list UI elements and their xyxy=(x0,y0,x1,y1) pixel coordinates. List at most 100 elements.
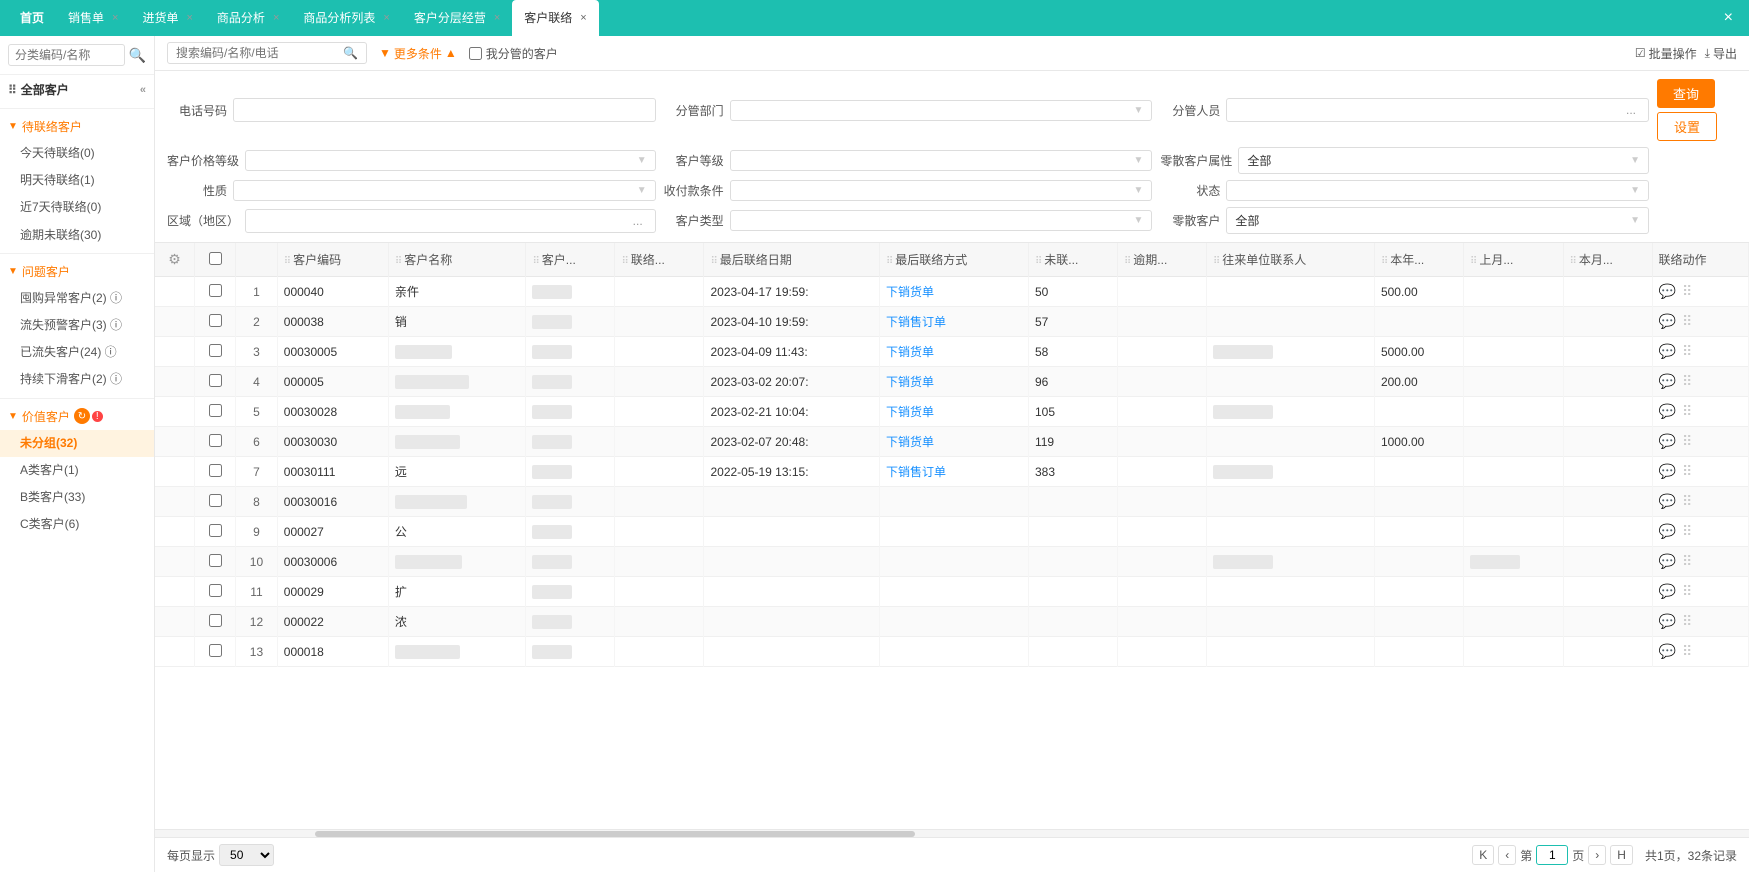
customer-level-select[interactable]: ▼ xyxy=(730,150,1153,171)
col-no-contact[interactable]: ⠿未联... xyxy=(1028,243,1117,277)
col-name[interactable]: ⠿客户名称 xyxy=(388,243,526,277)
price-level-select[interactable]: ▼ xyxy=(245,150,656,171)
message-icon-7[interactable]: 💬 xyxy=(1659,493,1676,510)
search-input[interactable] xyxy=(176,46,343,60)
sidebar-all-customers[interactable]: ⠿ 全部客户 « xyxy=(0,75,154,104)
cell-check-0[interactable] xyxy=(195,277,236,307)
last-way-link-2[interactable]: 下销货单 xyxy=(886,345,934,359)
sparse-customer-select[interactable]: 全部 ▼ xyxy=(1226,207,1649,234)
grid-action-icon-6[interactable]: ⠿ xyxy=(1682,463,1692,480)
settings-icon[interactable]: ⚙ xyxy=(168,251,181,267)
first-page-btn[interactable]: K xyxy=(1472,845,1494,865)
grid-action-icon-3[interactable]: ⠿ xyxy=(1682,373,1692,390)
message-icon-6[interactable]: 💬 xyxy=(1659,463,1676,480)
col-contact-person[interactable]: ⠿往来单位联系人 xyxy=(1206,243,1374,277)
row-checkbox-11[interactable] xyxy=(209,614,222,627)
nav-customer-segment[interactable]: 客户分层经营 × xyxy=(402,0,512,36)
row-checkbox-5[interactable] xyxy=(209,434,222,447)
message-icon-4[interactable]: 💬 xyxy=(1659,403,1676,420)
sidebar-item-type-c[interactable]: C类客户(6) xyxy=(0,511,154,538)
nav-customer-contact[interactable]: 客户联络 × xyxy=(512,0,598,36)
reset-button[interactable]: 设置 xyxy=(1657,112,1717,141)
prev-page-btn[interactable]: ‹ xyxy=(1498,845,1516,865)
last-way-link-4[interactable]: 下销货单 xyxy=(886,405,934,419)
sidebar-group-problem[interactable]: ▼ 问题客户 xyxy=(0,258,154,285)
query-button[interactable]: 查询 xyxy=(1657,79,1715,108)
payment-select[interactable]: ▼ xyxy=(730,180,1153,201)
close-all-button[interactable]: × xyxy=(1716,9,1741,27)
nav-sales[interactable]: 销售单 × xyxy=(56,0,130,36)
select-all-checkbox[interactable] xyxy=(209,252,222,265)
grid-action-icon-8[interactable]: ⠿ xyxy=(1682,523,1692,540)
nature-select[interactable]: ▼ xyxy=(233,180,656,201)
message-icon-12[interactable]: 💬 xyxy=(1659,643,1676,660)
sidebar-item-week[interactable]: 近7天待联络(0) xyxy=(0,194,154,221)
message-icon-9[interactable]: 💬 xyxy=(1659,553,1676,570)
sidebar-item-churned[interactable]: 已流失客户(24) ⓘ xyxy=(0,339,154,366)
manager-select[interactable]: ... xyxy=(1226,98,1649,122)
cell-check-10[interactable] xyxy=(195,577,236,607)
sidebar-item-abnormal[interactable]: 囤购异常客户(2) ⓘ xyxy=(0,285,154,312)
sidebar-item-overdue[interactable]: 逾期未联络(30) xyxy=(0,222,154,249)
scrollbar-thumb[interactable] xyxy=(315,831,915,837)
cell-check-4[interactable] xyxy=(195,397,236,427)
my-customers-check[interactable] xyxy=(469,47,482,60)
grid-action-icon-7[interactable]: ⠿ xyxy=(1682,493,1692,510)
col-this-year[interactable]: ⠿本年... xyxy=(1374,243,1463,277)
sidebar-item-today[interactable]: 今天待联络(0) xyxy=(0,140,154,167)
nav-sales-close[interactable]: × xyxy=(112,0,118,36)
row-checkbox-4[interactable] xyxy=(209,404,222,417)
cell-check-7[interactable] xyxy=(195,487,236,517)
dept-select[interactable]: ▼ xyxy=(730,100,1153,121)
cell-check-5[interactable] xyxy=(195,427,236,457)
message-icon-3[interactable]: 💬 xyxy=(1659,373,1676,390)
row-checkbox-8[interactable] xyxy=(209,524,222,537)
cell-check-2[interactable] xyxy=(195,337,236,367)
cell-check-6[interactable] xyxy=(195,457,236,487)
col-last-way[interactable]: ⠿最后联络方式 xyxy=(879,243,1028,277)
nav-purchase-close[interactable]: × xyxy=(186,0,192,36)
phone-input[interactable] xyxy=(233,98,656,122)
nav-goods-list[interactable]: 商品分析列表 × xyxy=(291,0,401,36)
col-this-month[interactable]: ⠿本月... xyxy=(1563,243,1652,277)
row-checkbox-0[interactable] xyxy=(209,284,222,297)
col-code[interactable]: ⠿客户编码 xyxy=(277,243,388,277)
nav-goods-analysis[interactable]: 商品分析 × xyxy=(205,0,291,36)
row-checkbox-6[interactable] xyxy=(209,464,222,477)
grid-action-icon-5[interactable]: ⠿ xyxy=(1682,433,1692,450)
cell-check-1[interactable] xyxy=(195,307,236,337)
cell-check-12[interactable] xyxy=(195,637,236,667)
region-ellipsis[interactable]: ... xyxy=(629,214,647,228)
cell-check-3[interactable] xyxy=(195,367,236,397)
sidebar-item-type-a[interactable]: A类客户(1) xyxy=(0,457,154,484)
message-icon-2[interactable]: 💬 xyxy=(1659,343,1676,360)
nav-customer-segment-close[interactable]: × xyxy=(494,0,500,36)
row-checkbox-7[interactable] xyxy=(209,494,222,507)
message-icon-1[interactable]: 💬 xyxy=(1659,313,1676,330)
last-way-link-5[interactable]: 下销货单 xyxy=(886,435,934,449)
sidebar-item-ungroup[interactable]: 未分组(32) xyxy=(0,430,154,457)
sidebar-group-value[interactable]: ▼ 价值客户 ↻ ! xyxy=(0,403,154,430)
row-checkbox-3[interactable] xyxy=(209,374,222,387)
col-last-month[interactable]: ⠿上月... xyxy=(1464,243,1564,277)
row-checkbox-9[interactable] xyxy=(209,554,222,567)
row-checkbox-10[interactable] xyxy=(209,584,222,597)
col-settings[interactable]: ⚙ xyxy=(155,243,195,277)
grid-action-icon-9[interactable]: ⠿ xyxy=(1682,553,1692,570)
filter-search-icon[interactable]: 🔍 xyxy=(343,46,358,60)
last-way-link-6[interactable]: 下销售订单 xyxy=(886,465,946,479)
my-customers-checkbox[interactable]: 我分管的客户 xyxy=(469,45,558,62)
cell-check-11[interactable] xyxy=(195,607,236,637)
sidebar-item-type-b[interactable]: B类客户(33) xyxy=(0,484,154,511)
row-checkbox-12[interactable] xyxy=(209,644,222,657)
col-checkbox[interactable] xyxy=(195,243,236,277)
last-way-link-3[interactable]: 下销货单 xyxy=(886,375,934,389)
row-checkbox-1[interactable] xyxy=(209,314,222,327)
cell-check-8[interactable] xyxy=(195,517,236,547)
next-page-btn[interactable]: › xyxy=(1588,845,1606,865)
nav-purchase[interactable]: 进货单 × xyxy=(130,0,204,36)
sidebar-group-pending[interactable]: ▼ 待联络客户 xyxy=(0,113,154,140)
col-type[interactable]: ⠿客户... xyxy=(526,243,615,277)
sidebar-item-tomorrow[interactable]: 明天待联络(1) xyxy=(0,167,154,194)
message-icon-8[interactable]: 💬 xyxy=(1659,523,1676,540)
